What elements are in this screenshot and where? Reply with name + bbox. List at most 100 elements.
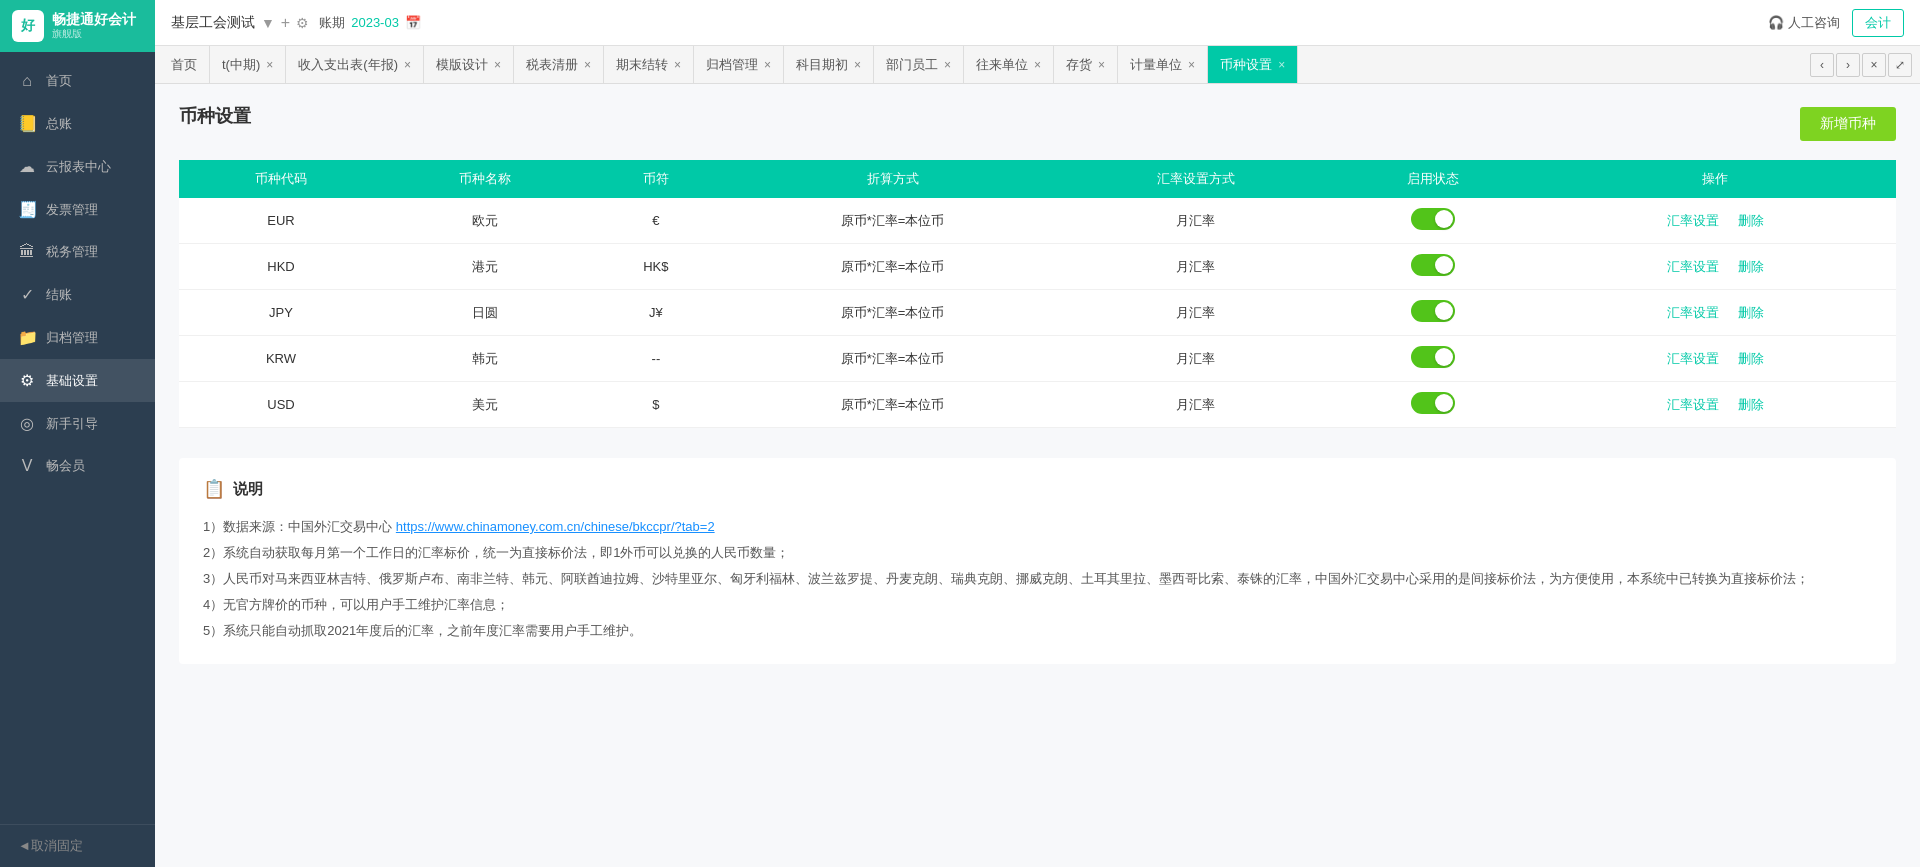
tab-tax-close[interactable]: × <box>584 58 591 72</box>
col-actions: 操作 <box>1535 160 1896 198</box>
tab-expand-btn[interactable]: ⤢ <box>1888 53 1912 77</box>
sidebar-item-home[interactable]: ⌂ 首页 <box>0 60 155 102</box>
account-btn[interactable]: 会计 <box>1852 9 1904 37</box>
tab-inventory[interactable]: 存货 × <box>1054 46 1118 84</box>
toggle-thumb-0 <box>1435 210 1453 228</box>
cell-actions-1: 汇率设置 删除 <box>1535 244 1896 290</box>
toggle-track-2[interactable] <box>1411 300 1455 322</box>
tabbar-actions: ‹ › × ⤢ <box>1806 53 1916 77</box>
tab-income-close[interactable]: × <box>404 58 411 72</box>
tab-unit[interactable]: 计量单位 × <box>1118 46 1208 84</box>
cell-toggle-3[interactable] <box>1331 336 1535 382</box>
tab-subject-close[interactable]: × <box>854 58 861 72</box>
tab-customer[interactable]: 往来单位 × <box>964 46 1054 84</box>
help-btn[interactable]: 🎧 人工咨询 <box>1768 14 1840 32</box>
tab-archive[interactable]: 归档管理 × <box>694 46 784 84</box>
toggle-1[interactable] <box>1411 254 1455 276</box>
sidebar-item-general-ledger[interactable]: 📒 总账 <box>0 102 155 145</box>
note-item: 3）人民币对马来西亚林吉特、俄罗斯卢布、南非兰特、韩元、阿联酋迪拉姆、沙特里亚尔… <box>203 566 1872 592</box>
tab-unit-label: 计量单位 <box>1130 56 1182 74</box>
note-item: 1）数据来源：中国外汇交易中心 https://www.chinamoney.c… <box>203 514 1872 540</box>
tax-icon: 🏛 <box>18 243 36 261</box>
note-item: 2）系统自动获取每月第一个工作日的汇率标价，统一为直接标价法，即1外币可以兑换的… <box>203 540 1872 566</box>
cell-toggle-0[interactable] <box>1331 198 1535 244</box>
tab-unit-close[interactable]: × <box>1188 58 1195 72</box>
toggle-3[interactable] <box>1411 346 1455 368</box>
sidebar-item-member[interactable]: V 畅会员 <box>0 445 155 487</box>
toggle-track-0[interactable] <box>1411 208 1455 230</box>
tab-currency[interactable]: 币种设置 × <box>1208 46 1298 84</box>
toggle-4[interactable] <box>1411 392 1455 414</box>
tab-customer-close[interactable]: × <box>1034 58 1041 72</box>
toggle-track-4[interactable] <box>1411 392 1455 414</box>
note-item: 4）无官方牌价的币种，可以用户手工维护汇率信息； <box>203 592 1872 618</box>
cell-name-3: 韩元 <box>383 336 587 382</box>
cell-rate-type-4: 月汇率 <box>1060 382 1330 428</box>
delete-link-4[interactable]: 删除 <box>1738 397 1764 412</box>
cell-name-4: 美元 <box>383 382 587 428</box>
note-item: 5）系统只能自动抓取2021年度后的汇率，之前年度汇率需要用户手工维护。 <box>203 618 1872 644</box>
cell-toggle-2[interactable] <box>1331 290 1535 336</box>
delete-link-1[interactable]: 删除 <box>1738 259 1764 274</box>
tab-income[interactable]: 收入支出表(年报) × <box>286 46 424 84</box>
tab-period-end-close[interactable]: × <box>674 58 681 72</box>
delete-link-0[interactable]: 删除 <box>1738 213 1764 228</box>
note-section: 📋 说明 1）数据来源：中国外汇交易中心 https://www.chinamo… <box>179 458 1896 664</box>
main-area: 基层工会测试 ▼ + ⚙ 账期 2023-03 📅 🎧 人工咨询 会计 首页 t… <box>155 0 1920 867</box>
tab-home[interactable]: 首页 <box>159 46 210 84</box>
tab-currency-close[interactable]: × <box>1278 58 1285 72</box>
tab-period-end[interactable]: 期末结转 × <box>604 46 694 84</box>
toggle-0[interactable] <box>1411 208 1455 230</box>
dropdown-icon[interactable]: ▼ <box>261 15 275 31</box>
sidebar-item-tax[interactable]: 🏛 税务管理 <box>0 231 155 273</box>
calendar-icon[interactable]: 📅 <box>405 15 421 30</box>
tab-template[interactable]: 模版设计 × <box>424 46 514 84</box>
tab-dept-close[interactable]: × <box>944 58 951 72</box>
tab-subject[interactable]: 科目期初 × <box>784 46 874 84</box>
rate-setting-link-0[interactable]: 汇率设置 <box>1667 213 1719 228</box>
tab-inventory-close[interactable]: × <box>1098 58 1105 72</box>
add-icon[interactable]: + <box>281 14 290 32</box>
cell-calc-3: 原币*汇率=本位币 <box>725 336 1061 382</box>
settings-icon[interactable]: ⚙ <box>296 15 309 31</box>
tab-period[interactable]: t(中期) × <box>210 46 286 84</box>
tab-archive-close[interactable]: × <box>764 58 771 72</box>
sidebar-item-report-center[interactable]: ☁ 云报表中心 <box>0 145 155 188</box>
tab-archive-label: 归档管理 <box>706 56 758 74</box>
general-ledger-icon: 📒 <box>18 114 36 133</box>
company-name: 基层工会测试 <box>171 14 255 32</box>
home-label: 首页 <box>46 72 72 90</box>
sidebar-item-archive[interactable]: 📁 归档管理 <box>0 316 155 359</box>
sidebar-item-invoice[interactable]: 🧾 发票管理 <box>0 188 155 231</box>
cell-calc-2: 原币*汇率=本位币 <box>725 290 1061 336</box>
delete-link-3[interactable]: 删除 <box>1738 351 1764 366</box>
cell-toggle-1[interactable] <box>1331 244 1535 290</box>
sidebar-item-guide[interactable]: ◎ 新手引导 <box>0 402 155 445</box>
cell-toggle-4[interactable] <box>1331 382 1535 428</box>
rate-setting-link-2[interactable]: 汇率设置 <box>1667 305 1719 320</box>
tab-template-close[interactable]: × <box>494 58 501 72</box>
note-link[interactable]: https://www.chinamoney.com.cn/chinese/bk… <box>396 519 715 534</box>
toggle-2[interactable] <box>1411 300 1455 322</box>
delete-link-2[interactable]: 删除 <box>1738 305 1764 320</box>
sidebar-footer[interactable]: ◄取消固定 <box>0 824 155 867</box>
tab-prev-btn[interactable]: ‹ <box>1810 53 1834 77</box>
cell-calc-4: 原币*汇率=本位币 <box>725 382 1061 428</box>
toggle-track-1[interactable] <box>1411 254 1455 276</box>
archive-icon: 📁 <box>18 328 36 347</box>
toggle-track-3[interactable] <box>1411 346 1455 368</box>
tab-income-label: 收入支出表(年报) <box>298 56 398 74</box>
tab-dept[interactable]: 部门员工 × <box>874 46 964 84</box>
cell-symbol-3: -- <box>587 336 725 382</box>
rate-setting-link-1[interactable]: 汇率设置 <box>1667 259 1719 274</box>
sidebar-item-settings[interactable]: ⚙ 基础设置 <box>0 359 155 402</box>
rate-setting-link-3[interactable]: 汇率设置 <box>1667 351 1719 366</box>
tab-period-close[interactable]: × <box>266 58 273 72</box>
rate-setting-link-4[interactable]: 汇率设置 <box>1667 397 1719 412</box>
sidebar-item-checkout[interactable]: ✓ 结账 <box>0 273 155 316</box>
tab-close-all-btn[interactable]: × <box>1862 53 1886 77</box>
tab-tax[interactable]: 税表清册 × <box>514 46 604 84</box>
tab-next-btn[interactable]: › <box>1836 53 1860 77</box>
new-currency-btn[interactable]: 新增币种 <box>1800 107 1896 141</box>
note-title: 📋 说明 <box>203 478 1872 500</box>
